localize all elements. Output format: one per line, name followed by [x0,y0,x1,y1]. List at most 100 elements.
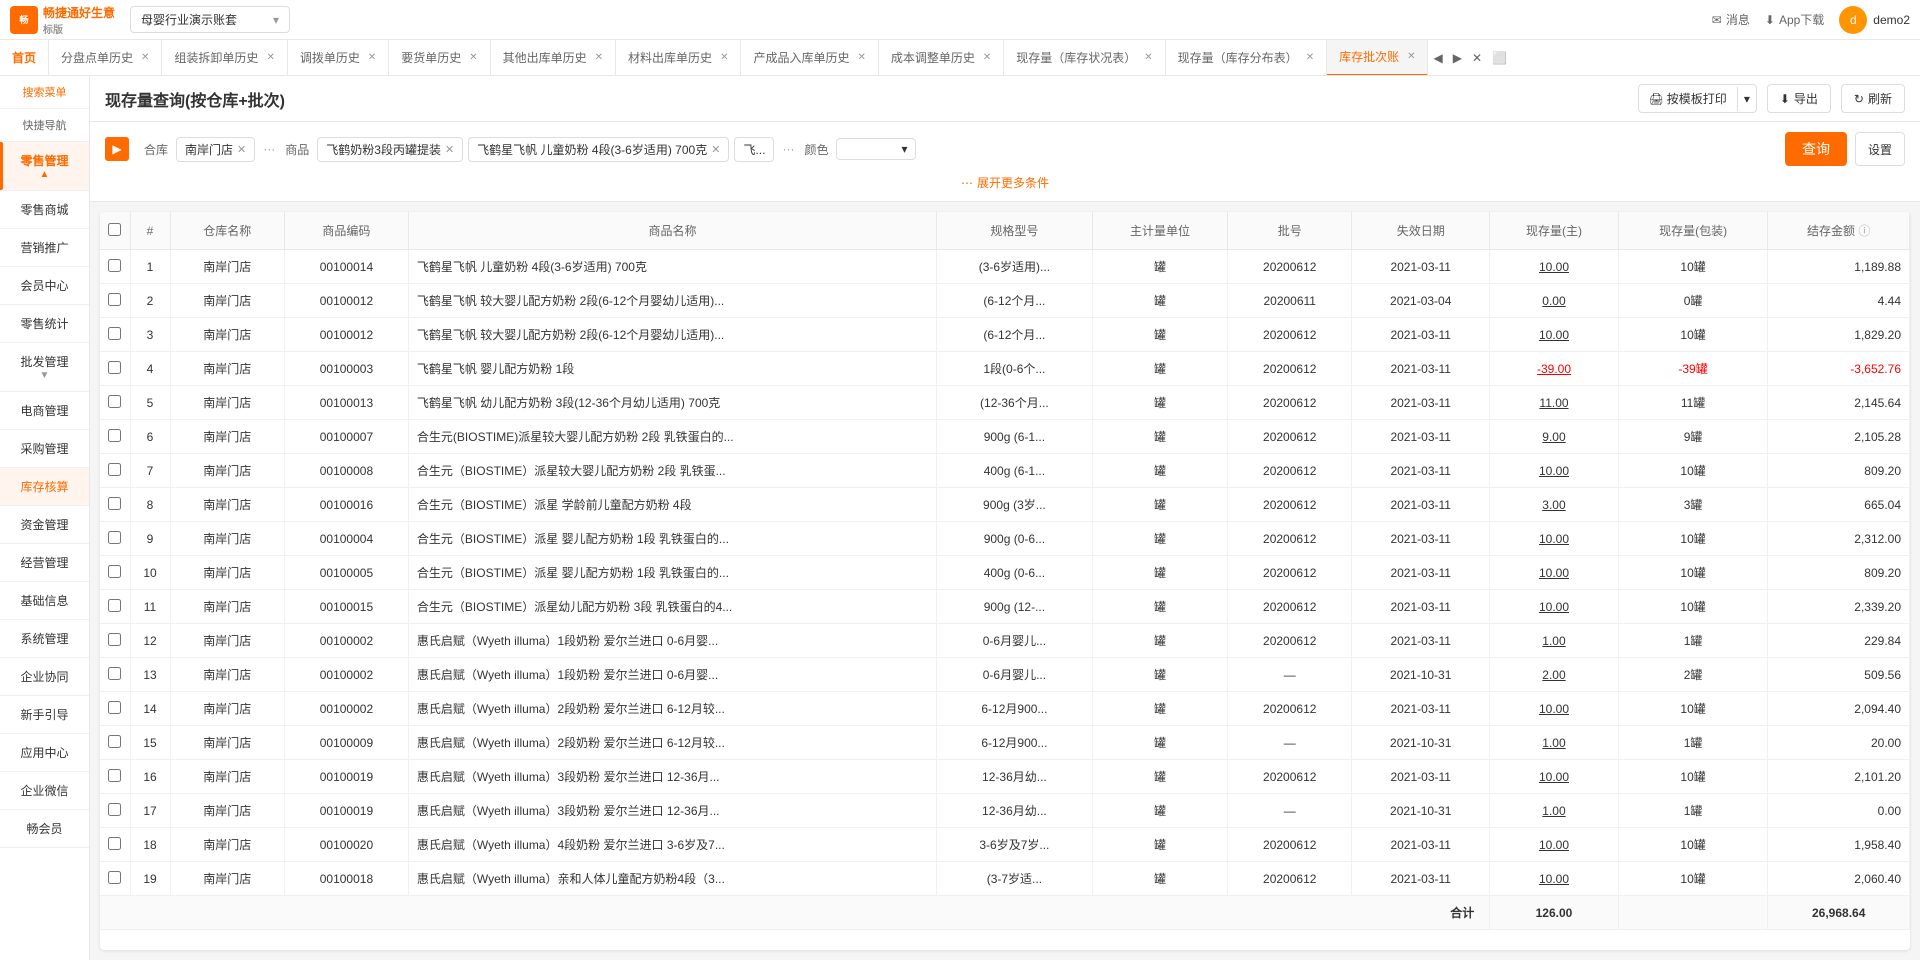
cell-checkbox[interactable] [100,488,130,522]
cell-checkbox[interactable] [100,454,130,488]
sidebar-item-finance[interactable]: 资金管理 [0,506,89,544]
sidebar-item-purchase[interactable]: 采购管理 [0,430,89,468]
sidebar-item-ops[interactable]: 经营管理 [0,544,89,582]
tab-xianzailiang1[interactable]: 现存量（库存状况表） ✕ [1004,40,1165,76]
messages-button[interactable]: ✉ 消息 [1712,11,1750,28]
expand-conditions-button[interactable]: ⋯ 展开更多条件 [961,174,1049,191]
cell-qty-main[interactable]: 10.00 [1490,590,1619,624]
cell-qty-main[interactable]: 10.00 [1490,862,1619,896]
app-download-button[interactable]: ⬇ App下载 [1765,11,1824,28]
select-all-checkbox[interactable] [108,223,121,236]
cell-checkbox[interactable] [100,760,130,794]
tab-close-icon[interactable]: ✕ [1144,52,1152,63]
filter-warehouse-more[interactable]: ··· [263,142,275,156]
cell-checkbox[interactable] [100,794,130,828]
cell-qty-main[interactable]: 10.00 [1490,828,1619,862]
filter-tag-close-icon[interactable]: ✕ [237,143,246,156]
cell-checkbox[interactable] [100,352,130,386]
sidebar-item-guide[interactable]: 新手引导 [0,696,89,734]
tab-qita[interactable]: 其他出库单历史 ✕ [491,40,616,76]
tab-cailiao[interactable]: 材料出库单历史 ✕ [616,40,741,76]
cell-checkbox[interactable] [100,590,130,624]
filter-tag-close-icon[interactable]: ✕ [711,143,720,156]
cell-qty-main[interactable]: 10.00 [1490,522,1619,556]
sidebar-item-vip[interactable]: 畅会员 [0,810,89,848]
print-button-group[interactable]: 🖨 按模板打印 ▾ [1638,84,1757,113]
cell-checkbox[interactable] [100,420,130,454]
cell-checkbox[interactable] [100,692,130,726]
cell-qty-main[interactable]: -39.00 [1490,352,1619,386]
cell-qty-main[interactable]: 0.00 [1490,284,1619,318]
tab-close-icon[interactable]: ✕ [141,52,149,63]
tab-kucunpici[interactable]: 库存批次账 ✕ [1327,40,1428,76]
tab-xianzailiang2[interactable]: 现存量（库存分布表） ✕ [1166,40,1327,76]
sidebar-item-collab[interactable]: 企业协同 [0,658,89,696]
export-button[interactable]: ⬇ 导出 [1767,84,1831,113]
cell-checkbox[interactable] [100,726,130,760]
user-area[interactable]: d demo2 [1839,6,1910,34]
tab-close-all-button[interactable]: ✕ [1467,51,1487,65]
tab-prev-button[interactable]: ◀ [1428,51,1447,65]
filter-tag-close-icon[interactable]: ✕ [445,143,454,156]
sidebar-quick-nav[interactable]: 快捷导航 [0,109,89,142]
cell-checkbox[interactable] [100,318,130,352]
filter-tag-product-more[interactable]: 飞... [734,137,774,162]
cell-checkbox[interactable] [100,658,130,692]
cell-qty-main[interactable]: 1.00 [1490,624,1619,658]
cell-checkbox[interactable] [100,522,130,556]
cell-qty-main[interactable]: 10.00 [1490,556,1619,590]
filter-tag-product-1[interactable]: 飞鹤奶粉3段丙罐提装 ✕ [317,137,463,162]
workspace-selector[interactable]: 母婴行业演示账套 ▾ [130,6,290,33]
cell-qty-main[interactable]: 10.00 [1490,692,1619,726]
filter-expand-arrow[interactable]: ▶ [105,137,129,161]
cell-checkbox[interactable] [100,284,130,318]
tab-close-icon[interactable]: ✕ [983,52,991,63]
tab-close-icon[interactable]: ✕ [469,52,477,63]
cell-checkbox[interactable] [100,862,130,896]
cell-qty-main[interactable]: 10.00 [1490,318,1619,352]
tab-yaohuo[interactable]: 要货单历史 ✕ [389,40,490,76]
tab-home[interactable]: 首页 [0,40,49,76]
tab-tiaoping[interactable]: 调拨单历史 ✕ [288,40,389,76]
cell-qty-main[interactable]: 2.00 [1490,658,1619,692]
cell-checkbox[interactable] [100,386,130,420]
tab-next-button[interactable]: ▶ [1448,51,1467,65]
sidebar-item-ecom[interactable]: 电商管理 [0,392,89,430]
tab-chengben[interactable]: 成本调整单历史 ✕ [879,40,1004,76]
tab-close-icon[interactable]: ✕ [266,52,274,63]
sidebar-item-inventory[interactable]: 库存核算 [0,468,89,506]
sidebar-item-basic[interactable]: 基础信息 [0,582,89,620]
sidebar-item-wholesale[interactable]: 批发管理 ▼ [0,343,89,392]
cell-qty-main[interactable]: 11.00 [1490,386,1619,420]
sidebar-item-wx[interactable]: 企业微信 [0,772,89,810]
tab-close-icon[interactable]: ✕ [720,52,728,63]
settings-button[interactable]: 设置 [1855,132,1905,166]
sidebar-item-member[interactable]: 会员中心 [0,267,89,305]
cell-checkbox[interactable] [100,828,130,862]
tab-fenpan[interactable]: 分盘点单历史 ✕ [49,40,162,76]
filter-tag-warehouse[interactable]: 南岸门店 ✕ [176,137,255,162]
filter-tag-product-2[interactable]: 飞鹤星飞帆 儿童奶粉 4段(3-6岁适用) 700克 ✕ [468,137,729,162]
cell-checkbox[interactable] [100,624,130,658]
cell-qty-main[interactable]: 3.00 [1490,488,1619,522]
cell-checkbox[interactable] [100,556,130,590]
sidebar-item-retail[interactable]: 零售管理 ▲ [0,142,89,191]
cell-qty-main[interactable]: 10.00 [1490,250,1619,284]
cell-qty-main[interactable]: 9.00 [1490,420,1619,454]
cell-qty-main[interactable]: 10.00 [1490,454,1619,488]
tab-close-icon[interactable]: ✕ [1407,51,1415,62]
sidebar-item-sys[interactable]: 系统管理 [0,620,89,658]
tab-close-icon[interactable]: ✕ [1306,52,1314,63]
color-dropdown[interactable]: ▾ [836,138,916,160]
sidebar-search[interactable]: 搜索菜单 [0,76,89,109]
cell-qty-main[interactable]: 10.00 [1490,760,1619,794]
sidebar-item-stats[interactable]: 零售统计 [0,305,89,343]
sidebar-item-apps[interactable]: 应用中心 [0,734,89,772]
tab-maximize-button[interactable]: ⬜ [1487,51,1512,65]
filter-toggle-icon[interactable]: ▶ [105,137,129,161]
tab-chengpin[interactable]: 产成品入库单历史 ✕ [741,40,878,76]
tab-close-icon[interactable]: ✕ [857,52,865,63]
cell-qty-main[interactable]: 1.00 [1490,726,1619,760]
cell-qty-main[interactable]: 1.00 [1490,794,1619,828]
query-button[interactable]: 查询 [1785,132,1847,166]
